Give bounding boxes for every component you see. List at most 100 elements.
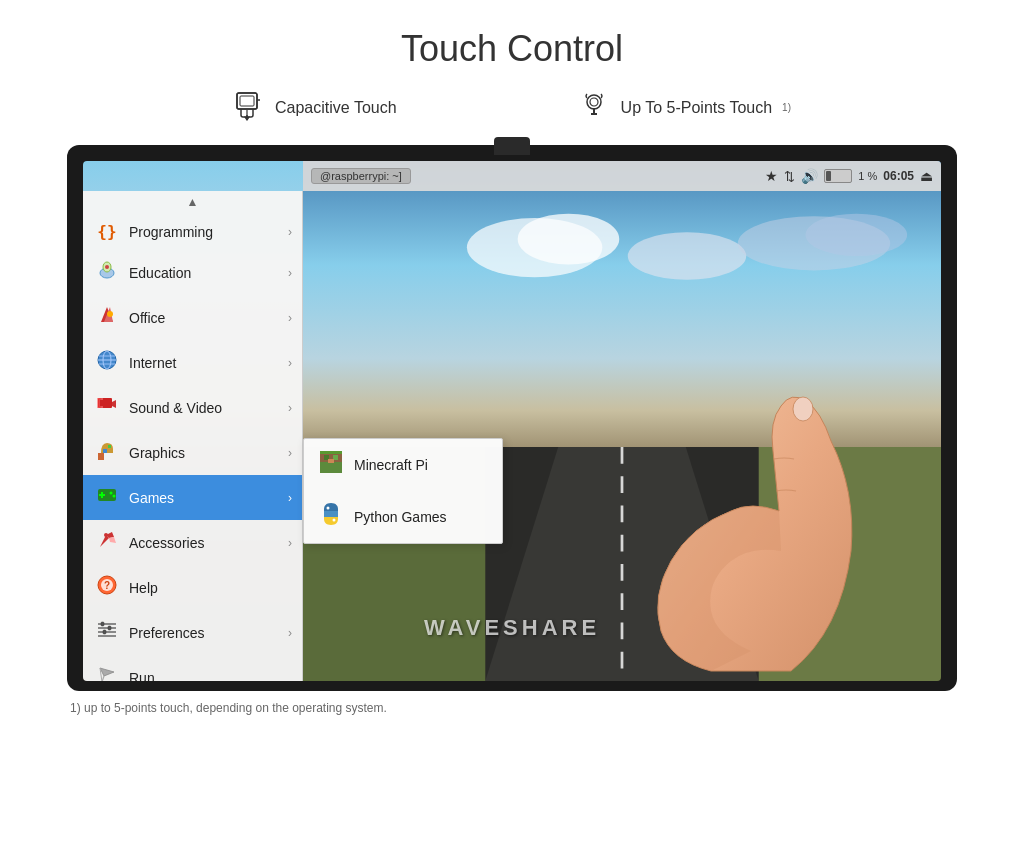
svg-marker-55 bbox=[100, 668, 114, 676]
svg-point-16 bbox=[628, 232, 747, 279]
svg-point-21 bbox=[105, 265, 109, 269]
menu-label-help: Help bbox=[129, 580, 158, 596]
menu-item-help[interactable]: ? Help bbox=[83, 565, 302, 610]
svg-point-4 bbox=[246, 115, 248, 117]
arrow-programming: › bbox=[288, 225, 292, 239]
bluetooth-icon: ★ bbox=[765, 168, 778, 184]
svg-point-43 bbox=[113, 495, 116, 498]
svg-rect-53 bbox=[108, 626, 111, 630]
monitor: @raspberrypi: ~] ★ ⇅ 🔊 1 % 06:05 ⏏ ▲ {} … bbox=[67, 145, 957, 691]
arrow-office: › bbox=[288, 311, 292, 325]
minecraft-icon bbox=[318, 449, 344, 481]
footnote: 1) up to 5-points touch, depending on th… bbox=[0, 701, 1024, 715]
taskbar-right: ★ ⇅ 🔊 1 % 06:05 ⏏ bbox=[765, 168, 933, 184]
menu-item-office[interactable]: Office › bbox=[83, 295, 302, 340]
menu-label-office: Office bbox=[129, 310, 165, 326]
features-row: Capacitive Touch Up To 5-Points Touch 1) bbox=[0, 88, 1024, 127]
svg-rect-34 bbox=[100, 400, 110, 406]
svg-marker-35 bbox=[112, 400, 116, 408]
taskbar: @raspberrypi: ~] ★ ⇅ 🔊 1 % 06:05 ⏏ bbox=[303, 161, 941, 191]
svg-rect-52 bbox=[101, 622, 104, 626]
preferences-icon bbox=[95, 619, 119, 646]
games-icon bbox=[95, 484, 119, 511]
arrow-sound-video: › bbox=[288, 401, 292, 415]
svg-rect-49 bbox=[98, 627, 116, 629]
camera-bump bbox=[494, 137, 530, 155]
menu-item-games[interactable]: Games › bbox=[83, 475, 302, 520]
sound-video-icon bbox=[95, 394, 119, 421]
svg-point-15 bbox=[518, 214, 620, 265]
svg-point-66 bbox=[333, 519, 336, 522]
menu-label-run: Run... bbox=[129, 670, 166, 682]
clouds bbox=[433, 196, 941, 316]
feature-capacitive: Capacitive Touch bbox=[233, 89, 397, 126]
menu-item-accessories[interactable]: Accessories › bbox=[83, 520, 302, 565]
menu-item-programming[interactable]: {} Programming › bbox=[83, 213, 302, 250]
menu-item-internet[interactable]: Internet › bbox=[83, 340, 302, 385]
svg-rect-41 bbox=[99, 494, 105, 496]
menu-item-run[interactable]: Run... bbox=[83, 655, 302, 681]
multitouch-icon bbox=[577, 88, 611, 127]
menu-label-graphics: Graphics bbox=[129, 445, 185, 461]
svg-text:?: ? bbox=[104, 580, 110, 591]
arrow-accessories: › bbox=[288, 536, 292, 550]
svg-rect-54 bbox=[103, 630, 106, 634]
submenu-label-python-games: Python Games bbox=[354, 509, 447, 525]
menu-item-graphics[interactable]: Graphics › bbox=[83, 430, 302, 475]
svg-point-18 bbox=[806, 214, 908, 256]
menu-label-internet: Internet bbox=[129, 355, 176, 371]
svg-rect-50 bbox=[98, 631, 116, 633]
svg-marker-13 bbox=[759, 447, 941, 681]
games-submenu: Minecraft Pi Python Games bbox=[303, 438, 503, 544]
svg-point-5 bbox=[587, 95, 601, 109]
taskbar-left: @raspberrypi: ~] bbox=[311, 168, 411, 184]
svg-rect-38 bbox=[108, 445, 111, 448]
menu-label-education: Education bbox=[129, 265, 191, 281]
arrow-games: › bbox=[288, 491, 292, 505]
battery-percent: 1 % bbox=[858, 170, 877, 182]
menu-label-programming: Programming bbox=[129, 224, 213, 240]
feature-multitouch: Up To 5-Points Touch 1) bbox=[577, 88, 791, 127]
arrow-internet: › bbox=[288, 356, 292, 370]
svg-point-42 bbox=[110, 492, 113, 495]
submenu-item-python-games[interactable]: Python Games bbox=[304, 491, 502, 543]
menu-scroll-up[interactable]: ▲ bbox=[83, 191, 302, 213]
volume-icon: 🔊 bbox=[801, 168, 818, 184]
terminal-tab[interactable]: @raspberrypi: ~] bbox=[311, 168, 411, 184]
svg-point-44 bbox=[104, 533, 108, 537]
arrow-graphics: › bbox=[288, 446, 292, 460]
network-icon: ⇅ bbox=[784, 169, 795, 184]
arrow-education: › bbox=[288, 266, 292, 280]
capacitive-touch-label: Capacitive Touch bbox=[275, 99, 397, 117]
footnote-ref: 1) bbox=[782, 102, 791, 113]
programming-icon: {} bbox=[95, 222, 119, 241]
menu-label-sound-video: Sound & Video bbox=[129, 400, 222, 416]
submenu-item-minecraft[interactable]: Minecraft Pi bbox=[304, 439, 502, 491]
menu-item-sound-video[interactable]: Sound & Video › bbox=[83, 385, 302, 430]
svg-rect-3 bbox=[240, 96, 254, 106]
application-menu: ▲ {} Programming › Education › Offi bbox=[83, 191, 303, 681]
svg-point-6 bbox=[590, 98, 598, 106]
svg-rect-36 bbox=[98, 453, 104, 460]
clock: 06:05 bbox=[883, 169, 914, 183]
menu-item-education[interactable]: Education › bbox=[83, 250, 302, 295]
help-icon: ? bbox=[95, 574, 119, 601]
svg-rect-63 bbox=[320, 451, 342, 454]
capacitive-touch-icon bbox=[233, 89, 265, 126]
screen: @raspberrypi: ~] ★ ⇅ 🔊 1 % 06:05 ⏏ ▲ {} … bbox=[83, 161, 941, 681]
office-icon bbox=[95, 304, 119, 331]
svg-rect-37 bbox=[103, 449, 107, 453]
multitouch-label: Up To 5-Points Touch bbox=[621, 99, 773, 117]
svg-rect-48 bbox=[98, 623, 116, 625]
svg-rect-62 bbox=[328, 459, 334, 463]
run-icon bbox=[95, 664, 119, 681]
svg-line-56 bbox=[102, 676, 104, 681]
svg-point-24 bbox=[107, 311, 113, 317]
watermark: WAVESHARE bbox=[424, 615, 600, 641]
education-icon bbox=[95, 259, 119, 286]
submenu-label-minecraft: Minecraft Pi bbox=[354, 457, 428, 473]
internet-icon bbox=[95, 349, 119, 376]
menu-label-accessories: Accessories bbox=[129, 535, 204, 551]
menu-item-preferences[interactable]: Preferences › bbox=[83, 610, 302, 655]
svg-point-65 bbox=[327, 507, 330, 510]
